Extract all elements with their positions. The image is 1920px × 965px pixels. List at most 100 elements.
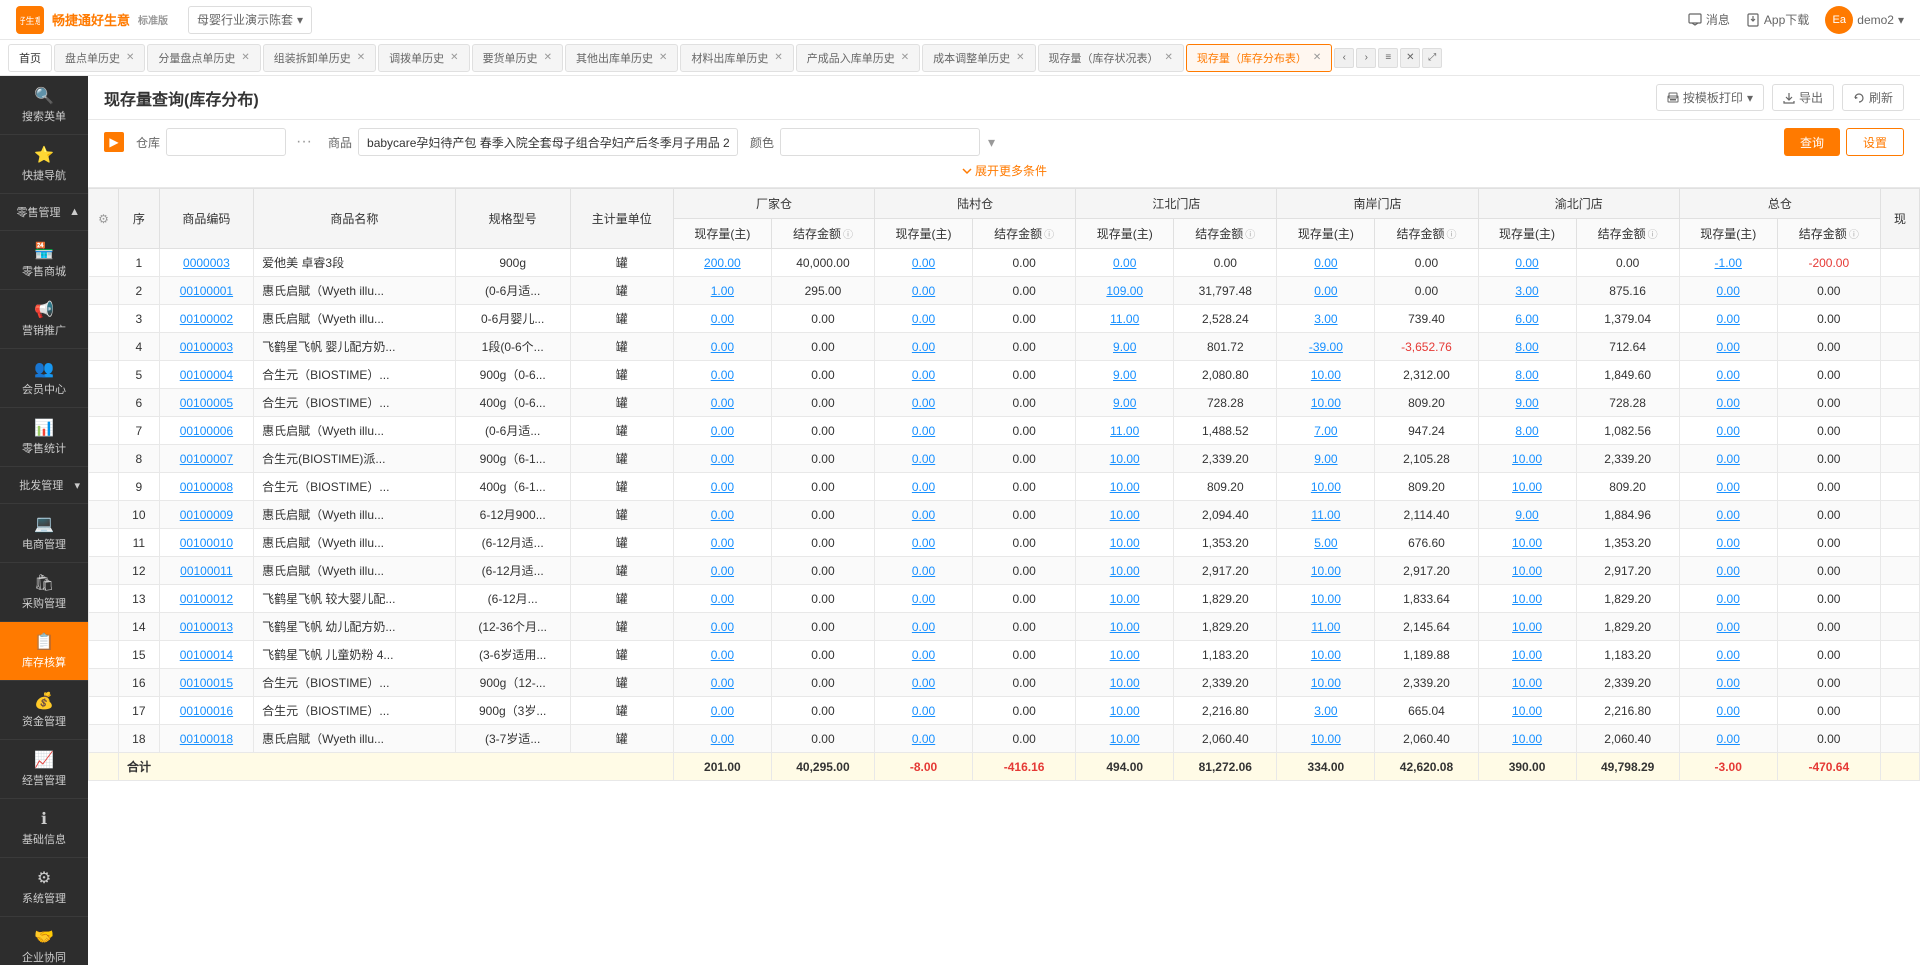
sidebar-item-retail-stats[interactable]: 📊 零售统计: [0, 408, 88, 467]
sidebar-item-basic-info[interactable]: ℹ 基础信息: [0, 799, 88, 858]
table-row: 9 00100008 合生元（BIOSTIME）... 400g（6-1... …: [89, 473, 1920, 501]
purchase-icon: 🛍: [4, 573, 84, 593]
sidebar-item-ecommerce[interactable]: 💻 电商管理: [0, 504, 88, 563]
tab-8[interactable]: 产成品入库单历史 ✕: [796, 44, 920, 72]
goods-input[interactable]: [358, 128, 738, 156]
sidebar-item-inventory[interactable]: 📋 库存核算: [0, 622, 88, 681]
sidebar-item-wholesale[interactable]: 批发管理 ▾: [0, 467, 88, 504]
na-amount-info[interactable]: ⓘ: [1446, 230, 1456, 241]
tab-close-4[interactable]: ✕: [450, 52, 458, 63]
sidebar-item-retail-shop[interactable]: 🏪 零售商城: [0, 231, 88, 290]
col-factory-amount: 结存金额ⓘ: [771, 219, 874, 249]
toggle-filter-btn[interactable]: ▶: [104, 132, 124, 152]
col-nanan: 南岸门店: [1277, 189, 1478, 219]
tab-close-5[interactable]: ✕: [544, 52, 552, 63]
sidebar-item-enterprise[interactable]: 🤝 企业协同: [0, 917, 88, 965]
user-profile[interactable]: Ea demo2 ▾: [1825, 6, 1904, 34]
luchen-amount-info[interactable]: ⓘ: [1044, 230, 1054, 241]
tab-1[interactable]: 盘点单历史 ✕: [54, 44, 145, 72]
table-row: 18 00100018 惠氏启賦（Wyeth illu... (3-7岁适...…: [89, 725, 1920, 753]
tab-close-2[interactable]: ✕: [241, 52, 249, 63]
tab-close-3[interactable]: ✕: [357, 52, 365, 63]
col-yubeimen: 渝北门店: [1478, 189, 1679, 219]
tab-7[interactable]: 材料出库单历史 ✕: [680, 44, 793, 72]
sidebar-item-system[interactable]: ⚙ 系统管理: [0, 858, 88, 917]
col-jb-stock: 现存量(主): [1076, 219, 1174, 249]
refresh-btn[interactable]: 刷新: [1842, 84, 1904, 111]
query-btn[interactable]: 查询: [1784, 128, 1840, 156]
sidebar-item-purchase[interactable]: 🛍 采购管理: [0, 563, 88, 622]
table-container[interactable]: ⚙ 序 商品编码 商品名称 规格型号 主计量单位 厂家仓 陆村仓 江北门店 南岸…: [88, 188, 1920, 965]
industry-selector[interactable]: 母婴行业演示陈套 ▾: [188, 6, 312, 34]
sidebar-item-operations[interactable]: 📈 经营管理: [0, 740, 88, 799]
tab-nav-left[interactable]: ‹: [1334, 48, 1354, 68]
tab-close-7[interactable]: ✕: [774, 52, 782, 63]
expand-row: 展开更多条件: [104, 162, 1904, 179]
tab-3[interactable]: 组装拆卸单历史 ✕: [263, 44, 376, 72]
sidebar-item-retail-mgmt[interactable]: 零售管理 ▲: [0, 194, 88, 231]
message-btn[interactable]: 消息: [1688, 11, 1730, 28]
table-row: 11 00100010 惠氏启賦（Wyeth illu... (6-12月适..…: [89, 529, 1920, 557]
tab-6[interactable]: 其他出库单历史 ✕: [565, 44, 678, 72]
tab-2[interactable]: 分量盘点单历史 ✕: [147, 44, 260, 72]
tab-nav-close[interactable]: ✕: [1400, 48, 1420, 68]
tab-close-8[interactable]: ✕: [901, 52, 909, 63]
top-bar-right: 消息 App下载 Ea demo2 ▾: [1688, 6, 1904, 34]
logo-icon: 好生意: [16, 6, 44, 34]
tab-11[interactable]: 现存量（库存分布表） ✕: [1186, 44, 1332, 72]
warehouse-input[interactable]: [166, 128, 286, 156]
color-dropdown-icon[interactable]: ▾: [988, 134, 995, 151]
sidebar-item-finance[interactable]: 💰 资金管理: [0, 681, 88, 740]
stats-icon: 📊: [4, 418, 84, 438]
sidebar-item-search[interactable]: 🔍 搜索英单: [0, 76, 88, 135]
tab-nav-right[interactable]: ›: [1356, 48, 1376, 68]
table-row: 15 00100014 飞鹤星飞帆 儿童奶粉 4... (3-6岁适用... 罐…: [89, 641, 1920, 669]
sidebar-item-marketing[interactable]: 📢 营销推广: [0, 290, 88, 349]
color-input[interactable]: [780, 128, 980, 156]
table-header-row-1: ⚙ 序 商品编码 商品名称 规格型号 主计量单位 厂家仓 陆村仓 江北门店 南岸…: [89, 189, 1920, 219]
total-amount-info[interactable]: ⓘ: [1849, 230, 1859, 241]
table-row: 7 00100006 惠氏启賦（Wyeth illu... (0-6月适... …: [89, 417, 1920, 445]
inventory-icon: 📋: [4, 632, 84, 652]
tab-10[interactable]: 现存量（库存状况表） ✕: [1038, 44, 1184, 72]
tab-close-10[interactable]: ✕: [1165, 52, 1173, 63]
color-label: 颜色: [750, 134, 774, 151]
tab-nav-expand[interactable]: ⤢: [1422, 48, 1442, 68]
factory-amount-info[interactable]: ⓘ: [843, 230, 853, 241]
tab-close-6[interactable]: ✕: [659, 52, 667, 63]
tab-close-1[interactable]: ✕: [126, 52, 134, 63]
yb-amount-info[interactable]: ⓘ: [1648, 230, 1658, 241]
tab-9[interactable]: 成本调整单历史 ✕: [922, 44, 1035, 72]
tab-4[interactable]: 调拨单历史 ✕: [378, 44, 469, 72]
content-area: 现存量查询(库存分布) 按模板打印 ▾ 导出 刷新 ▶: [88, 76, 1920, 965]
table-row: 8 00100007 合生元(BIOSTIME)派... 900g（6-1...…: [89, 445, 1920, 473]
col-settings[interactable]: ⚙: [89, 189, 119, 249]
col-yb-stock: 现存量(主): [1478, 219, 1576, 249]
tab-home[interactable]: 首页: [8, 44, 52, 72]
color-filter-group: 颜色 ▾: [750, 128, 995, 156]
avatar: Ea: [1825, 6, 1853, 34]
tab-close-9[interactable]: ✕: [1016, 52, 1024, 63]
sidebar-item-members[interactable]: 👥 会员中心: [0, 349, 88, 408]
members-icon: 👥: [4, 359, 84, 379]
summary-row: 合计 201.00 40,295.00 -8.00 -416.16 494.00…: [89, 753, 1920, 781]
sidebar-item-nav[interactable]: ⭐ 快捷导航: [0, 135, 88, 194]
jb-amount-info[interactable]: ⓘ: [1245, 230, 1255, 241]
enterprise-icon: 🤝: [4, 927, 84, 947]
marketing-icon: 📢: [4, 300, 84, 320]
tab-5[interactable]: 要货单历史 ✕: [472, 44, 563, 72]
gear-icon[interactable]: ⚙: [98, 212, 109, 226]
print-btn[interactable]: 按模板打印 ▾: [1656, 84, 1764, 111]
export-btn[interactable]: 导出: [1772, 84, 1834, 111]
expand-conditions-btn[interactable]: 展开更多条件: [961, 162, 1047, 179]
warehouse-filter-group: 仓库 ···: [136, 128, 316, 156]
tab-nav-menu[interactable]: ≡: [1378, 48, 1398, 68]
table-row: 17 00100016 合生元（BIOSTIME）... 900g（3岁... …: [89, 697, 1920, 725]
app-download-btn[interactable]: App下载: [1746, 11, 1809, 28]
warehouse-dots-btn[interactable]: ···: [292, 133, 316, 151]
settings-btn[interactable]: 设置: [1846, 128, 1904, 156]
tab-close-11[interactable]: ✕: [1313, 52, 1321, 63]
page-actions: 按模板打印 ▾ 导出 刷新: [1656, 84, 1904, 111]
col-jb-amount: 结存金额ⓘ: [1174, 219, 1277, 249]
col-luchen-amount: 结存金额ⓘ: [972, 219, 1075, 249]
